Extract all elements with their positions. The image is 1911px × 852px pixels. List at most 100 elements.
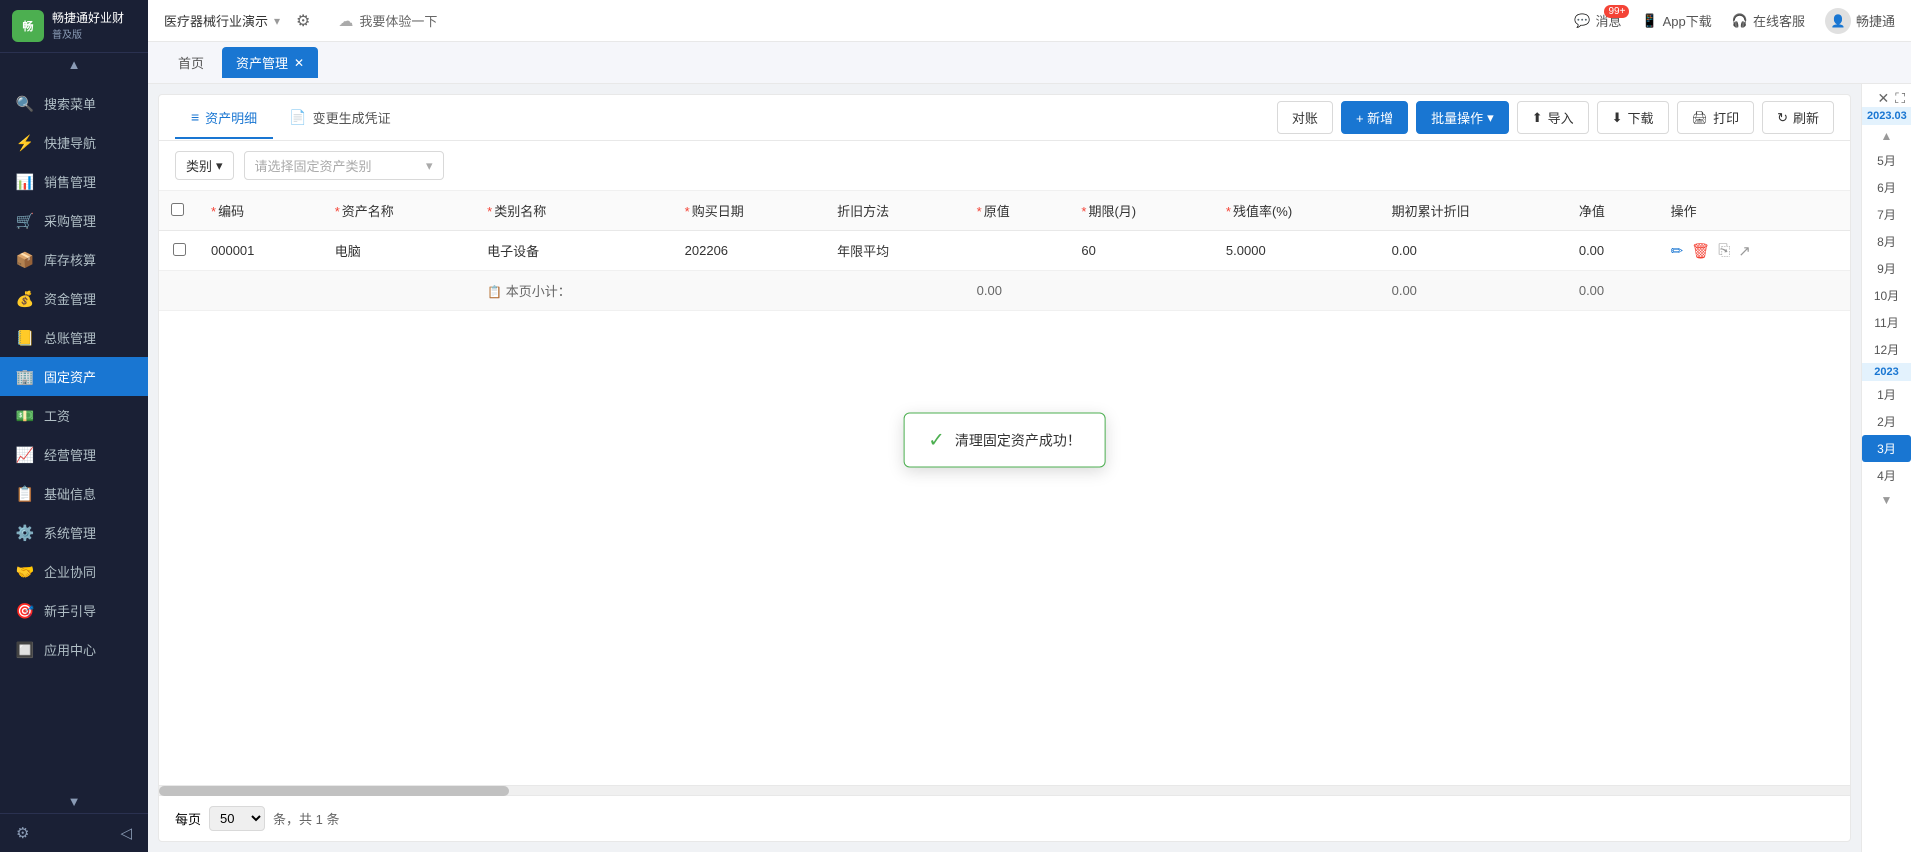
category-label: 类别 (186, 156, 212, 175)
tab-home[interactable]: 首页 (164, 47, 218, 78)
sidebar-nav: 🔍 搜索菜单 ⚡ 快捷导航 📊 销售管理 🛒 采购管理 📦 库存核算 💰 资金管… (0, 76, 148, 790)
sidebar-logo: 畅 畅捷通好业财 普及版 (0, 0, 148, 53)
user-label: 畅捷通 (1856, 11, 1895, 30)
scrollbar-thumb[interactable] (159, 786, 509, 796)
month-5[interactable]: 5月 (1862, 147, 1911, 174)
sidebar-item-inventory[interactable]: 📦 库存核算 (0, 240, 148, 279)
per-page-select[interactable]: 50 100 200 (209, 806, 265, 831)
category-input[interactable]: 请选择固定资产类别 ▾ (244, 151, 444, 180)
month-4[interactable]: 4月 (1862, 462, 1911, 489)
month-11[interactable]: 11月 (1862, 309, 1911, 336)
download-button[interactable]: ⬇ 下载 (1597, 101, 1669, 134)
tab-asset[interactable]: 资产管理 ✕ (222, 47, 318, 78)
sidebar-icon-quicknav: ⚡ (16, 134, 34, 152)
subtotal-original: 0.00 (965, 271, 1070, 311)
panel-close-icon[interactable]: ✕ (1877, 90, 1889, 107)
sidebar-label-fixed: 固定资产 (44, 367, 96, 386)
sidebar-item-operation[interactable]: 📈 经营管理 (0, 435, 148, 474)
sidebar-label-inventory: 库存核算 (44, 250, 96, 269)
sidebar-item-ledger[interactable]: 📒 总账管理 (0, 318, 148, 357)
refresh-button[interactable]: ↻ 刷新 (1762, 101, 1834, 134)
right-panel: ✕ ⛶ 2023.03 ▲ 5月 6月 7月 8月 9月 10月 11月 12月… (1861, 84, 1911, 852)
experience-icon: ☁ (338, 12, 353, 30)
cell-code: 000001 (199, 231, 323, 271)
app-download-action[interactable]: 📱 App下载 (1641, 11, 1711, 30)
month-7[interactable]: 7月 (1862, 201, 1911, 228)
month-3[interactable]: 3月 (1862, 435, 1911, 462)
account-button[interactable]: 对账 (1277, 101, 1333, 134)
edit-icon[interactable]: ✏ (1671, 242, 1684, 260)
service-label: 在线客服 (1753, 11, 1805, 30)
more-icon[interactable]: ↗ (1738, 242, 1751, 260)
sidebar-icon-apps: 🔲 (16, 641, 34, 659)
sidebar-icon-system: ⚙️ (16, 524, 34, 542)
sidebar-label-quicknav: 快捷导航 (44, 133, 96, 152)
import-button[interactable]: ⬆ 导入 (1517, 101, 1589, 134)
month-8[interactable]: 8月 (1862, 228, 1911, 255)
settings-icon[interactable]: ⚙ (16, 824, 29, 842)
subtab-voucher[interactable]: 📄 变更生成凭证 (273, 98, 406, 139)
sidebar-item-enterprise[interactable]: 🤝 企业协同 (0, 552, 148, 591)
message-icon: 💬 (1574, 13, 1590, 29)
select-all-checkbox[interactable] (171, 203, 184, 216)
sidebar-label-sales: 销售管理 (44, 172, 96, 191)
subtotal-accumulated: 0.00 (1380, 271, 1567, 311)
logo-icon: 畅 (12, 10, 44, 42)
sidebar-item-purchase[interactable]: 🛒 采购管理 (0, 201, 148, 240)
header-name: *资产名称 (323, 191, 475, 231)
row-checkbox[interactable] (173, 243, 186, 256)
sidebar-item-guide[interactable]: 🎯 新手引导 (0, 591, 148, 630)
filter-bar: 类别 ▾ 请选择固定资产类别 ▾ (159, 141, 1850, 191)
total-info: 条，共 1 条 (273, 809, 339, 828)
subtab-list-icon: ≡ (191, 109, 199, 125)
tabbar: 首页 资产管理 ✕ (148, 42, 1911, 84)
category-filter[interactable]: 类别 ▾ (175, 151, 234, 180)
service-action[interactable]: 🎧 在线客服 (1732, 11, 1805, 30)
horizontal-scrollbar[interactable] (159, 785, 1850, 795)
message-action[interactable]: 💬 消息 99+ (1574, 11, 1621, 30)
sidebar-item-fixed[interactable]: 🏢 固定资产 (0, 357, 148, 396)
company-selector[interactable]: 医疗器械行业演示 ▾ (164, 11, 280, 30)
experience-link[interactable]: ☁ 我要体验一下 (338, 11, 437, 30)
batch-button[interactable]: 批量操作 ▾ (1416, 101, 1509, 134)
month-9[interactable]: 9月 (1862, 255, 1911, 282)
panel-expand-icon[interactable]: ⛶ (1895, 90, 1905, 107)
sidebar-item-quicknav[interactable]: ⚡ 快捷导航 (0, 123, 148, 162)
sidebar-scroll-up[interactable]: ▲ (0, 53, 148, 76)
user-action[interactable]: 👤 畅捷通 (1825, 8, 1895, 34)
sidebar-item-capital[interactable]: 💰 资金管理 (0, 279, 148, 318)
tab-home-label: 首页 (178, 53, 204, 72)
month-2[interactable]: 2月 (1862, 408, 1911, 435)
sidebar-item-apps[interactable]: 🔲 应用中心 (0, 630, 148, 669)
input-chevron-icon: ▾ (426, 158, 433, 174)
month-10[interactable]: 10月 (1862, 282, 1911, 309)
sidebar-icon-capital: 💰 (16, 290, 34, 308)
month-12[interactable]: 12月 (1862, 336, 1911, 363)
per-page-label: 每页 (175, 809, 201, 828)
sidebar-item-base[interactable]: 📋 基础信息 (0, 474, 148, 513)
sidebar-item-system[interactable]: ⚙️ 系统管理 (0, 513, 148, 552)
delete-icon[interactable]: 🗑 (1691, 242, 1710, 260)
new-button[interactable]: + 新增 (1341, 101, 1408, 134)
header-purchase-date: *购买日期 (673, 191, 825, 231)
success-toast: ✓ 清理固定资产成功！ (903, 413, 1106, 468)
panel-year-label: 2023.03 (1862, 107, 1911, 125)
sidebar-item-salary[interactable]: 💵 工资 (0, 396, 148, 435)
topbar-settings-icon[interactable]: ⚙ (296, 11, 310, 31)
print-button[interactable]: 🖨 打印 (1677, 101, 1755, 134)
subtab-list[interactable]: ≡ 资产明细 (175, 98, 273, 139)
sidebar-scroll-down[interactable]: ▼ (0, 790, 148, 813)
sidebar-item-sales[interactable]: 📊 销售管理 (0, 162, 148, 201)
collapse-icon[interactable]: ◁ (120, 824, 132, 842)
copy-icon[interactable]: ⎘ (1718, 242, 1730, 259)
sidebar-label-salary: 工资 (44, 406, 70, 425)
month-1[interactable]: 1月 (1862, 381, 1911, 408)
cell-net: 0.00 (1567, 231, 1659, 271)
sidebar-label-capital: 资金管理 (44, 289, 96, 308)
content: ≡ 资产明细 📄 变更生成凭证 对账 + 新增 批量操作 ▾ ⬆ (148, 84, 1911, 852)
sidebar-item-search[interactable]: 🔍 搜索菜单 (0, 84, 148, 123)
panel-scroll-down[interactable]: ▼ (1862, 489, 1911, 511)
tab-close-icon[interactable]: ✕ (294, 56, 304, 70)
panel-scroll-up[interactable]: ▲ (1862, 125, 1911, 147)
month-6[interactable]: 6月 (1862, 174, 1911, 201)
